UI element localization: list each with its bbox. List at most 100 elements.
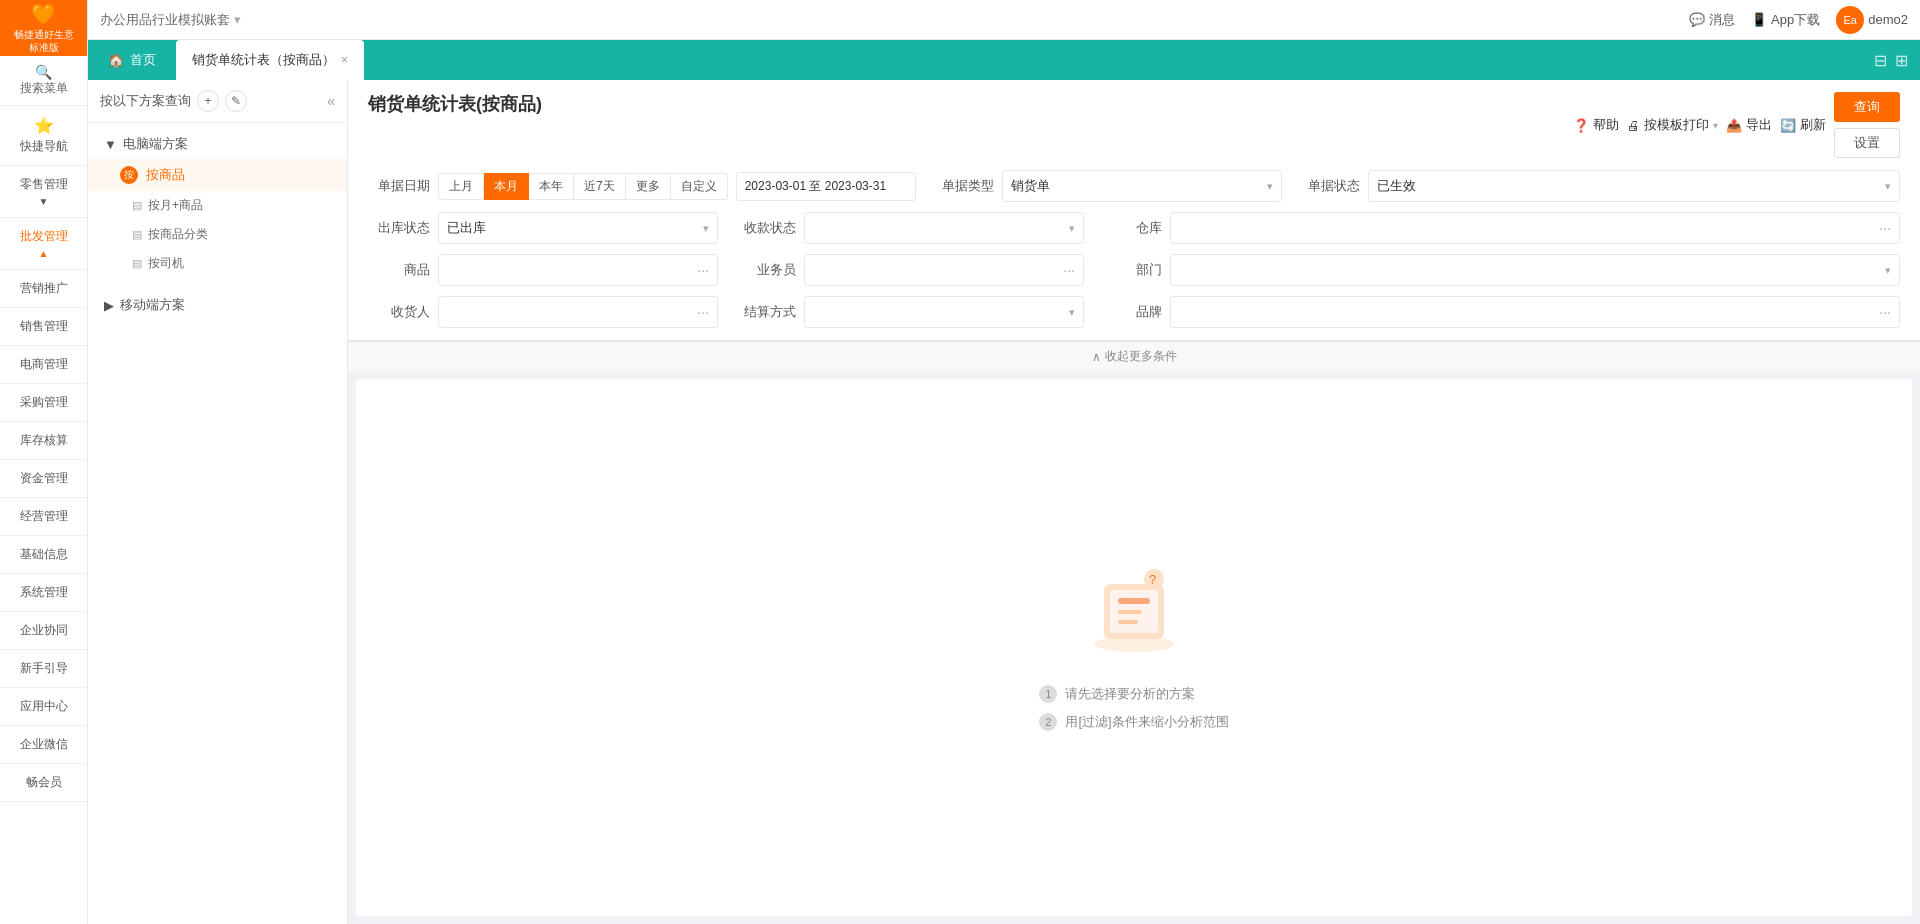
sidebar-item-cooperation[interactable]: 企业协同 xyxy=(0,612,87,650)
brand-dots-icon[interactable]: ··· xyxy=(1879,304,1891,320)
warehouse-dots-icon[interactable]: ··· xyxy=(1879,220,1891,236)
help-action[interactable]: ❓ 帮助 xyxy=(1573,116,1619,134)
department-control[interactable]: ▾ xyxy=(1170,254,1900,286)
sidebar-item-appstore[interactable]: 应用中心 xyxy=(0,688,87,726)
sidebar-item-purchase[interactable]: 采购管理 xyxy=(0,384,87,422)
svg-rect-5 xyxy=(1118,620,1138,624)
user-name: demo2 xyxy=(1868,12,1908,27)
left-panel-title: 按以下方案查询 xyxy=(100,92,191,110)
query-button[interactable]: 查询 xyxy=(1834,92,1900,122)
consignee-dots-icon[interactable]: ··· xyxy=(697,304,709,320)
tab-expand-icon[interactable]: ⊞ xyxy=(1895,51,1908,70)
sidebar-item-operations[interactable]: 经营管理 xyxy=(0,498,87,536)
collapse-bar[interactable]: ∧ 收起更多条件 xyxy=(348,341,1920,371)
tab-close-icon[interactable]: × xyxy=(341,53,348,67)
sidebar-item-ecommerce[interactable]: 电商管理 xyxy=(0,346,87,384)
system-label: 系统管理 xyxy=(20,584,68,601)
logo-text: 畅捷通好生意 xyxy=(14,28,74,41)
add-scheme-button[interactable]: + xyxy=(197,90,219,112)
date-tab-thisyear[interactable]: 本年 xyxy=(529,173,574,200)
page-title: 销货单统计表(按商品) xyxy=(368,92,542,116)
sidebar-item-basic[interactable]: 基础信息 xyxy=(0,536,87,574)
salesperson-control[interactable]: ··· xyxy=(804,254,1084,286)
wholesale-arrow: ▲ xyxy=(39,248,49,259)
date-label: 单据日期 xyxy=(368,177,438,195)
left-panel-header: 按以下方案查询 + ✎ « xyxy=(88,80,347,123)
search-menu-label: 搜索菜单 xyxy=(0,80,87,97)
sidebar-item-wholesale[interactable]: 批发管理 ▲ xyxy=(0,218,87,270)
sales-label: 销售管理 xyxy=(20,318,68,335)
sidebar-item-marketing[interactable]: 营销推广 xyxy=(0,270,87,308)
doc-type-control[interactable]: 销货单 ▾ xyxy=(1002,170,1282,202)
message-action[interactable]: 💬 消息 xyxy=(1689,11,1735,29)
app-download-icon: 📱 xyxy=(1751,12,1767,27)
sidebar-item-guide[interactable]: 新手引导 xyxy=(0,650,87,688)
shortcut-nav[interactable]: ⭐ 快捷导航 xyxy=(0,106,87,166)
date-tab-7days[interactable]: 近7天 xyxy=(574,173,626,200)
sidebar-item-system[interactable]: 系统管理 xyxy=(0,574,87,612)
app-download-action[interactable]: 📱 App下载 xyxy=(1751,11,1820,29)
sidebar-item-sales[interactable]: 销售管理 xyxy=(0,308,87,346)
date-tabs: 上月 本月 本年 近7天 更多 自定义 xyxy=(438,173,728,200)
app-logo: 🧡 畅捷通好生意 标准版 xyxy=(0,0,88,56)
print-action[interactable]: 🖨 按模板打印 ▾ xyxy=(1627,116,1718,134)
payment-control[interactable]: ▾ xyxy=(804,296,1084,328)
date-tab-more[interactable]: 更多 xyxy=(626,173,671,200)
guide-label: 新手引导 xyxy=(20,660,68,677)
settings-button[interactable]: 设置 xyxy=(1834,128,1900,158)
tab-home[interactable]: 🏠 首页 xyxy=(88,40,176,80)
department-arrow-icon: ▾ xyxy=(1885,264,1891,277)
scheme-group-desktop-title[interactable]: ▼ 电脑端方案 xyxy=(88,129,347,159)
date-control: 上月 本月 本年 近7天 更多 自定义 2023-03-01 至 2023-03… xyxy=(438,172,916,201)
filter-row-1: 单据日期 上月 本月 本年 近7天 更多 自定义 2023-03-01 至 20… xyxy=(368,170,1900,202)
step-2-num: 2 xyxy=(1039,713,1057,731)
scheme-group-mobile-title[interactable]: ▶ 移动端方案 xyxy=(88,290,347,320)
tab-active[interactable]: 销货单统计表（按商品） × xyxy=(176,40,364,80)
date-tab-lastmonth[interactable]: 上月 xyxy=(438,173,484,200)
out-status-value: 已出库 xyxy=(447,219,703,237)
scheme-group-mobile: ▶ 移动端方案 xyxy=(88,284,347,326)
out-status-control[interactable]: 已出库 ▾ xyxy=(438,212,718,244)
payment-label: 结算方式 xyxy=(734,303,804,321)
product-control[interactable]: ··· xyxy=(438,254,718,286)
sidebar-item-member[interactable]: 畅会员 xyxy=(0,764,87,802)
query-buttons: 查询 设置 xyxy=(1834,92,1900,158)
scheme-sub-item-month-product[interactable]: ▤ 按月+商品 xyxy=(88,191,347,220)
edit-scheme-button[interactable]: ✎ xyxy=(225,90,247,112)
date-tab-thismonth[interactable]: 本月 xyxy=(484,173,529,200)
sidebar-item-inventory[interactable]: 库存核算 xyxy=(0,422,87,460)
expand-icon: ▼ xyxy=(104,137,117,152)
date-range-input[interactable]: 2023-03-01 至 2023-03-31 xyxy=(736,172,916,201)
export-action[interactable]: 📤 导出 xyxy=(1726,116,1772,134)
top-dropdown-icon[interactable]: ▾ xyxy=(234,12,241,27)
product-dots-icon[interactable]: ··· xyxy=(697,262,709,278)
page-header-section: 销货单统计表(按商品) ❓ 帮助 🖨 按模板打印 ▾ 📤 xyxy=(348,80,1920,371)
tab-minimize-icon[interactable]: ⊟ xyxy=(1874,51,1887,70)
receipt-status-control[interactable]: ▾ xyxy=(804,212,1084,244)
scheme-sub-item-category[interactable]: ▤ 按商品分类 xyxy=(88,220,347,249)
scheme-sub-item-driver[interactable]: ▤ 按司机 xyxy=(88,249,347,278)
search-menu[interactable]: 🔍 搜索菜单 xyxy=(0,56,87,106)
sidebar-item-retail[interactable]: 零售管理 ▼ xyxy=(0,166,87,218)
scheme-item-product[interactable]: 按 按商品 xyxy=(88,159,347,191)
sidebar-item-finance[interactable]: 资金管理 xyxy=(0,460,87,498)
collapse-panel-button[interactable]: « xyxy=(327,93,335,109)
brand-control[interactable]: ··· xyxy=(1170,296,1900,328)
salesperson-dots-icon[interactable]: ··· xyxy=(1063,262,1075,278)
retail-label: 零售管理 xyxy=(20,176,68,193)
doc-status-value: 已生效 xyxy=(1377,177,1885,195)
sub-item-2-label: 按商品分类 xyxy=(148,226,208,243)
content-area: 按以下方案查询 + ✎ « ▼ 电脑端方案 按 按商品 ▤ 按月+商品 xyxy=(88,80,1920,924)
doc-type-value: 销货单 xyxy=(1011,177,1267,195)
retail-arrow: ▼ xyxy=(39,196,49,207)
sidebar-item-wechat[interactable]: 企业微信 xyxy=(0,726,87,764)
warehouse-control[interactable]: ··· xyxy=(1170,212,1900,244)
consignee-control[interactable]: ··· xyxy=(438,296,718,328)
user-profile-action[interactable]: Ea demo2 xyxy=(1836,6,1908,34)
refresh-action[interactable]: 🔄 刷新 xyxy=(1780,116,1826,134)
date-tab-custom[interactable]: 自定义 xyxy=(671,173,728,200)
logo-icon: 🧡 xyxy=(31,2,56,26)
doc-status-control[interactable]: 已生效 ▾ xyxy=(1368,170,1900,202)
svg-rect-4 xyxy=(1118,610,1142,614)
page-actions: ❓ 帮助 🖨 按模板打印 ▾ 📤 导出 🔄 xyxy=(1573,92,1900,158)
